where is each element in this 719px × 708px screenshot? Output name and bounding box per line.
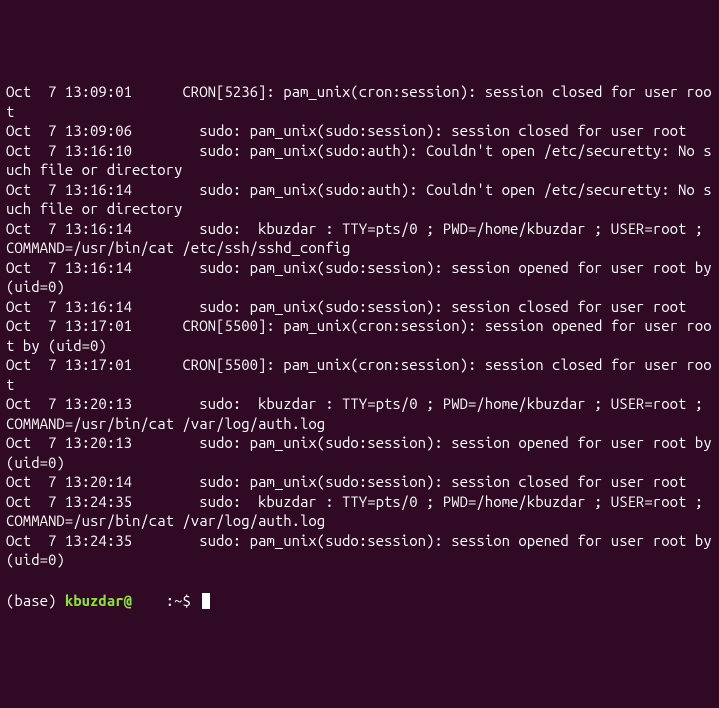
prompt-env: (base) (6, 591, 65, 611)
prompt-user-host: kbuzdar@ (65, 591, 132, 611)
terminal-log-output: Oct 7 13:09:01 CRON[5236]: pam_unix(cron… (6, 82, 713, 570)
cursor-icon (202, 593, 210, 609)
prompt-separator: : (132, 591, 174, 611)
prompt-path: ~ (174, 591, 182, 611)
prompt-symbol: $ (182, 591, 199, 611)
terminal-prompt[interactable]: (base) kbuzdar@ :~$ (6, 591, 713, 611)
